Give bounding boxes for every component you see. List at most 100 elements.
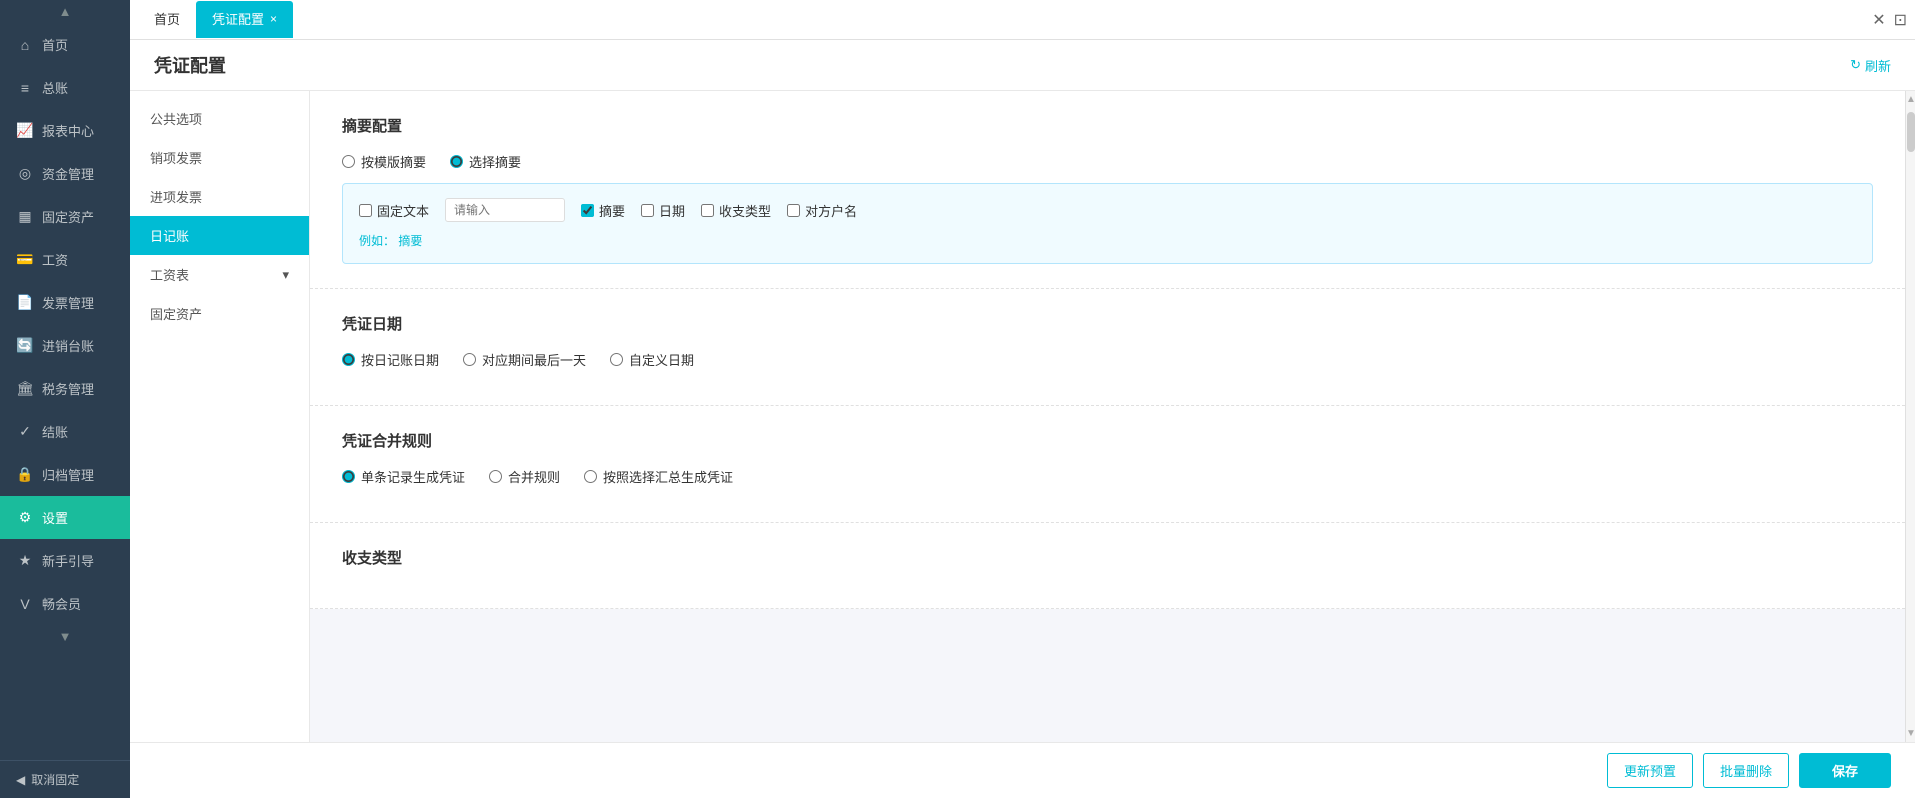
sidebar-scroll-down[interactable]: ▼	[0, 625, 130, 648]
checkbox-summary-label: 摘要	[599, 201, 625, 220]
radio-journal-date-input[interactable]	[342, 353, 355, 366]
pin-icon: ◀	[16, 773, 25, 787]
sidebar-scroll-up[interactable]: ▲	[0, 0, 130, 23]
checkbox-date-input[interactable]	[641, 204, 654, 217]
left-nav-journal[interactable]: 日记账	[130, 216, 309, 255]
left-nav-purchase-invoice[interactable]: 进项发票	[130, 177, 309, 216]
left-nav-journal-label: 日记账	[150, 226, 189, 245]
example-value: 摘要	[398, 234, 422, 248]
refresh-label: 刷新	[1865, 56, 1891, 75]
sidebar-item-label: 总账	[42, 78, 68, 97]
sidebar-item-reconcile[interactable]: 🔄 进销台账	[0, 324, 130, 367]
left-nav: 公共选项 销项发票 进项发票 日记账 工资表 ▾ 固定资产	[130, 91, 310, 742]
radio-select-merge-input[interactable]	[584, 470, 597, 483]
radio-select-label: 选择摘要	[469, 152, 521, 171]
sidebar-item-tax[interactable]: 🏛 税务管理	[0, 367, 130, 410]
summary-config-box: 固定文本 摘要 日期	[342, 183, 1873, 264]
checkbox-fixed-text[interactable]: 固定文本	[359, 201, 429, 220]
radio-journal-date-label: 按日记账日期	[361, 350, 439, 369]
radio-select-summary[interactable]: 选择摘要	[450, 152, 521, 171]
checkbox-summary[interactable]: 摘要	[581, 201, 625, 220]
radio-single-input[interactable]	[342, 470, 355, 483]
checkbox-income-type[interactable]: 收支类型	[701, 201, 771, 220]
left-nav-payroll[interactable]: 工资表 ▾	[130, 255, 309, 294]
scroll-down-button[interactable]: ▼	[1906, 725, 1915, 742]
window-close-button[interactable]: ✕	[1872, 10, 1885, 30]
left-nav-public[interactable]: 公共选项	[130, 99, 309, 138]
guide-icon: ★	[16, 552, 34, 569]
batch-delete-button[interactable]: 批量删除	[1703, 753, 1789, 788]
sidebar-item-label: 报表中心	[42, 121, 94, 140]
sidebar-item-archive[interactable]: 🔒 归档管理	[0, 453, 130, 496]
sidebar-item-label: 固定资产	[42, 207, 94, 226]
tab-active-label: 凭证配置	[212, 9, 264, 28]
radio-last-day-input[interactable]	[463, 353, 476, 366]
scroll-up-button[interactable]: ▲	[1906, 91, 1915, 108]
left-nav-payroll-label: 工资表	[150, 265, 189, 284]
tab-bar-actions: ✕ ⊡	[1872, 10, 1907, 30]
save-button[interactable]: 保存	[1799, 753, 1891, 788]
scrollbar-track: ▲ ▼	[1905, 91, 1915, 742]
sidebar-item-assets[interactable]: ▦ 固定资产	[0, 195, 130, 238]
radio-select-merge[interactable]: 按照选择汇总生成凭证	[584, 467, 733, 486]
sidebar-item-capital[interactable]: ◎ 资金管理	[0, 152, 130, 195]
radio-custom-date[interactable]: 自定义日期	[610, 350, 694, 369]
radio-merge-input[interactable]	[489, 470, 502, 483]
radio-template-summary[interactable]: 按模版摘要	[342, 152, 426, 171]
radio-select-input[interactable]	[450, 155, 463, 168]
sidebar-item-label: 资金管理	[42, 164, 94, 183]
radio-template-input[interactable]	[342, 155, 355, 168]
section-merge: 凭证合并规则 单条记录生成凭证 合并规则	[310, 406, 1905, 523]
fixed-text-input[interactable]	[445, 198, 565, 222]
sidebar-item-salary[interactable]: 💳 工资	[0, 238, 130, 281]
refresh-button[interactable]: ↻ 刷新	[1850, 56, 1891, 75]
sidebar-item-settings[interactable]: ⚙ 设置	[0, 496, 130, 539]
radio-merge-rule[interactable]: 合并规则	[489, 467, 560, 486]
checkbox-summary-input[interactable]	[581, 204, 594, 217]
section-income-type: 收支类型	[310, 523, 1905, 609]
sidebar-item-home[interactable]: ⌂ 首页	[0, 23, 130, 66]
checkbox-date-label: 日期	[659, 201, 685, 220]
window-restore-button[interactable]: ⊡	[1894, 10, 1907, 30]
scroll-thumb[interactable]	[1907, 112, 1915, 152]
cancel-fixed-label: 取消固定	[31, 771, 79, 788]
right-content: 摘要配置 按模版摘要 选择摘要	[310, 91, 1905, 742]
home-icon: ⌂	[16, 37, 34, 53]
tab-voucher-config[interactable]: 凭证配置 ×	[196, 1, 293, 38]
sidebar-item-settle[interactable]: ✓ 结账	[0, 410, 130, 453]
radio-last-day-label: 对应期间最后一天	[482, 350, 586, 369]
radio-custom-date-input[interactable]	[610, 353, 623, 366]
checkbox-fixed-text-input[interactable]	[359, 204, 372, 217]
sidebar-item-ledger[interactable]: ≡ 总账	[0, 66, 130, 109]
sidebar-item-guide[interactable]: ★ 新手引导	[0, 539, 130, 582]
sidebar-item-member[interactable]: V 畅会员	[0, 582, 130, 625]
sidebar-item-label: 首页	[42, 35, 68, 54]
radio-journal-date[interactable]: 按日记账日期	[342, 350, 439, 369]
sidebar-item-reports[interactable]: 📈 报表中心	[0, 109, 130, 152]
summary-example: 例如： 摘要	[359, 232, 1856, 249]
sidebar-item-invoice[interactable]: 📄 发票管理	[0, 281, 130, 324]
sidebar-item-label: 工资	[42, 250, 68, 269]
checkbox-counterpart[interactable]: 对方户名	[787, 201, 857, 220]
tab-close-icon[interactable]: ×	[270, 12, 277, 26]
checkbox-counterpart-input[interactable]	[787, 204, 800, 217]
merge-radio-group: 单条记录生成凭证 合并规则 按照选择汇总生成凭证	[342, 467, 1873, 486]
content-body: 公共选项 销项发票 进项发票 日记账 工资表 ▾ 固定资产	[130, 91, 1915, 742]
radio-last-day[interactable]: 对应期间最后一天	[463, 350, 586, 369]
left-nav-assets-label: 固定资产	[150, 304, 202, 323]
checkbox-date[interactable]: 日期	[641, 201, 685, 220]
sidebar-cancel-fixed[interactable]: ◀ 取消固定	[0, 760, 130, 798]
checkbox-fixed-text-label: 固定文本	[377, 201, 429, 220]
example-prefix: 例如：	[359, 234, 395, 248]
member-icon: V	[16, 596, 34, 612]
tab-home[interactable]: 首页	[138, 1, 196, 38]
sidebar-item-label: 归档管理	[42, 465, 94, 484]
checkbox-income-type-input[interactable]	[701, 204, 714, 217]
left-nav-fixed-assets[interactable]: 固定资产	[130, 294, 309, 333]
left-nav-sales-invoice[interactable]: 销项发票	[130, 138, 309, 177]
update-preset-button[interactable]: 更新预置	[1607, 753, 1693, 788]
left-nav-public-label: 公共选项	[150, 109, 202, 128]
capital-icon: ◎	[16, 165, 34, 182]
income-type-title: 收支类型	[342, 547, 1873, 568]
radio-single-record[interactable]: 单条记录生成凭证	[342, 467, 465, 486]
